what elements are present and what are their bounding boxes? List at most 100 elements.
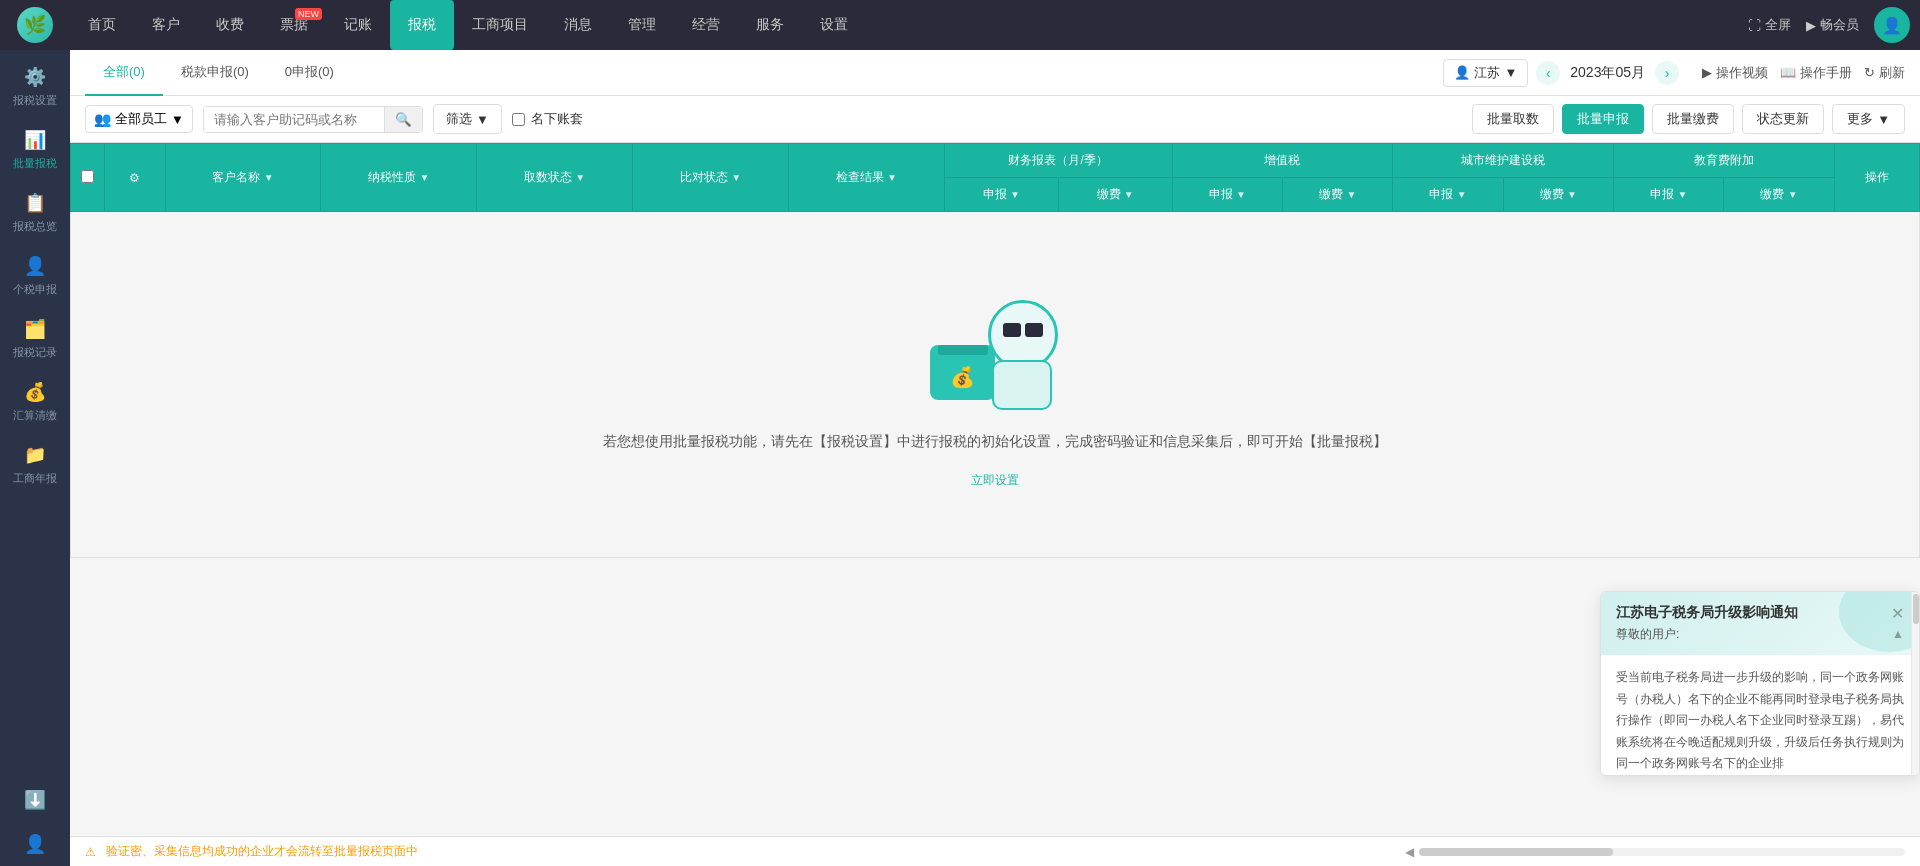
nav-service[interactable]: 服务 bbox=[738, 0, 802, 50]
month-nav: ‹ 2023年05月 › bbox=[1536, 61, 1679, 85]
setup-link[interactable]: 立即设置 bbox=[971, 472, 1019, 489]
fullscreen-btn[interactable]: ⛶ 全屏 bbox=[1748, 16, 1791, 34]
th-vat-declare: 申报 ▼ bbox=[1172, 178, 1282, 212]
customer-filter-icon[interactable]: ▼ bbox=[264, 172, 274, 183]
nav-right: ⛶ 全屏 ▶ 畅会员 👤 bbox=[1748, 7, 1910, 43]
user-icon: 👤 bbox=[23, 832, 47, 856]
th-education-extra: 教育费附加 bbox=[1614, 144, 1835, 178]
sidebar-item-tax-records[interactable]: 🗂️ 报税记录 bbox=[0, 307, 70, 370]
fullscreen-icon: ⛶ bbox=[1748, 18, 1761, 33]
scroll-left-icon[interactable]: ◀ bbox=[1405, 845, 1414, 859]
table-header: ⚙ 客户名称 ▼ 纳税性质 ▼ 取数状态 ▼ bbox=[71, 144, 1920, 212]
personal-tax-icon: 👤 bbox=[23, 254, 47, 278]
sidebar-item-user[interactable]: 👤 bbox=[18, 822, 52, 866]
nav-invoice[interactable]: 票据 NEW bbox=[262, 0, 326, 50]
more-chevron-icon: ▼ bbox=[1877, 112, 1890, 127]
download-icon: ⬇️ bbox=[23, 788, 47, 812]
refresh-btn[interactable]: ↻ 刷新 bbox=[1864, 64, 1905, 82]
operation-video-btn[interactable]: ▶ 操作视频 bbox=[1702, 64, 1768, 82]
select-all-checkbox[interactable] bbox=[81, 170, 94, 183]
batch-tax-icon: 📊 bbox=[23, 128, 47, 152]
sidebar-item-personal-tax[interactable]: 👤 个税申报 bbox=[0, 244, 70, 307]
sidebar-item-batch-tax[interactable]: 📊 批量报税 bbox=[0, 118, 70, 181]
notification-scrollbar[interactable] bbox=[1911, 592, 1919, 775]
annual-report-icon: 📁 bbox=[23, 443, 47, 467]
horizontal-scrollbar[interactable]: ◀ bbox=[1405, 845, 1905, 859]
sidebar-item-settlement[interactable]: 💰 汇算清缴 bbox=[0, 370, 70, 433]
th-check-result: 检查结果 ▼ bbox=[788, 144, 944, 212]
employee-select[interactable]: 👥 全部员工 ▼ bbox=[85, 105, 193, 133]
fetch-filter-icon[interactable]: ▼ bbox=[575, 172, 585, 183]
th-vat-pay: 缴费 ▼ bbox=[1282, 178, 1392, 212]
th-financial-declare: 申报 ▼ bbox=[944, 178, 1058, 212]
new-badge: NEW bbox=[295, 8, 322, 20]
nav-fee[interactable]: 收费 bbox=[198, 0, 262, 50]
notification-header: 江苏电子税务局升级影响通知 尊敬的用户: ✕ ▲ bbox=[1601, 592, 1919, 655]
operation-manual-btn[interactable]: 📖 操作手册 bbox=[1780, 64, 1852, 82]
th-fetch-status: 取数状态 ▼ bbox=[477, 144, 633, 212]
data-table: ⚙ 客户名称 ▼ 纳税性质 ▼ 取数状态 ▼ bbox=[70, 143, 1920, 558]
filter-chevron-icon: ▼ bbox=[476, 112, 489, 127]
content-wrapper: ⚙ 客户名称 ▼ 纳税性质 ▼ 取数状态 ▼ bbox=[70, 143, 1920, 836]
sidebar-item-tax-settings[interactable]: ⚙️ 报税设置 bbox=[0, 55, 70, 118]
th-edu-declare: 申报 ▼ bbox=[1614, 178, 1724, 212]
sub-accounts-checkbox-label[interactable]: 名下账套 bbox=[512, 110, 583, 128]
notification-body: 受当前电子税务局进一步升级的影响，同一个政务网账号（办税人）名下的企业不能再同时… bbox=[1601, 655, 1919, 775]
tab-all[interactable]: 全部(0) bbox=[85, 50, 163, 96]
manual-icon: 📖 bbox=[1780, 65, 1796, 80]
nav-operation[interactable]: 经营 bbox=[674, 0, 738, 50]
tab-tax-declare[interactable]: 税款申报(0) bbox=[163, 50, 267, 96]
th-financial-pay: 缴费 ▼ bbox=[1058, 178, 1172, 212]
robot-illustration: 💰 bbox=[925, 280, 1065, 410]
batch-pay-btn[interactable]: 批量缴费 bbox=[1652, 104, 1734, 134]
check-filter-icon[interactable]: ▼ bbox=[887, 172, 897, 183]
bottom-bar: ⚠ 验证密、采集信息均成功的企业才会流转至批量报税页面中 ◀ bbox=[70, 836, 1920, 866]
avatar[interactable]: 👤 bbox=[1874, 7, 1910, 43]
batch-fetch-btn[interactable]: 批量取数 bbox=[1472, 104, 1554, 134]
nav-settings[interactable]: 设置 bbox=[802, 0, 866, 50]
batch-declare-btn[interactable]: 批量申报 bbox=[1562, 104, 1644, 134]
nav-message[interactable]: 消息 bbox=[546, 0, 610, 50]
notification-popup: 江苏电子税务局升级影响通知 尊敬的用户: ✕ ▲ 受当前电子税务局进一步升级的影… bbox=[1600, 591, 1920, 776]
th-tax-nature: 纳税性质 ▼ bbox=[321, 144, 477, 212]
sub-accounts-checkbox[interactable] bbox=[512, 113, 525, 126]
sidebar-bottom: ⬇️ 👤 bbox=[18, 778, 52, 866]
month-prev-btn[interactable]: ‹ bbox=[1536, 61, 1560, 85]
sidebar-item-annual-report[interactable]: 📁 工商年报 bbox=[0, 433, 70, 496]
notification-scrollbar-thumb bbox=[1913, 594, 1919, 624]
tax-overview-icon: 📋 bbox=[23, 191, 47, 215]
member-btn[interactable]: ▶ 畅会员 bbox=[1806, 16, 1859, 34]
filter-btn[interactable]: 筛选 ▼ bbox=[433, 104, 502, 134]
region-icon: 👤 bbox=[1454, 65, 1470, 80]
employee-select-label: 全部员工 bbox=[115, 110, 167, 128]
month-next-btn[interactable]: › bbox=[1655, 61, 1679, 85]
refresh-icon: ↻ bbox=[1864, 65, 1875, 80]
nav-accounting[interactable]: 记账 bbox=[326, 0, 390, 50]
empty-state-cell: 💰 bbox=[71, 212, 1920, 558]
nav-tax[interactable]: 报税 bbox=[390, 0, 454, 50]
nav-customer[interactable]: 客户 bbox=[134, 0, 198, 50]
nav-business[interactable]: 工商项目 bbox=[454, 0, 546, 50]
settings-icon[interactable]: ⚙ bbox=[129, 171, 140, 185]
tabs-actions: ▶ 操作视频 📖 操作手册 ↻ 刷新 bbox=[1702, 64, 1905, 82]
search-input-wrapper: 🔍 bbox=[203, 106, 423, 133]
sidebar-item-download[interactable]: ⬇️ bbox=[18, 778, 52, 822]
nav-home[interactable]: 首页 bbox=[70, 0, 134, 50]
region-selector[interactable]: 👤 江苏 ▼ bbox=[1443, 59, 1528, 87]
search-input[interactable] bbox=[204, 107, 384, 132]
th-edu-pay: 缴费 ▼ bbox=[1724, 178, 1834, 212]
th-city-pay: 缴费 ▼ bbox=[1503, 178, 1613, 212]
layout: ⚙️ 报税设置 📊 批量报税 📋 报税总览 👤 个税申报 🗂️ 报税记录 💰 汇… bbox=[0, 50, 1920, 866]
empty-state: 💰 bbox=[81, 220, 1909, 549]
search-button[interactable]: 🔍 bbox=[384, 107, 422, 132]
nav-management[interactable]: 管理 bbox=[610, 0, 674, 50]
more-btn[interactable]: 更多 ▼ bbox=[1832, 104, 1905, 134]
status-update-btn[interactable]: 状态更新 bbox=[1742, 104, 1824, 134]
tab-zero-declare[interactable]: 0申报(0) bbox=[267, 50, 352, 96]
main-content: 全部(0) 税款申报(0) 0申报(0) 👤 江苏 ▼ ‹ 2023年05月 › bbox=[70, 50, 1920, 866]
toolbar-right: 批量取数 批量申报 批量缴费 状态更新 更多 ▼ bbox=[1472, 104, 1905, 134]
compare-filter-icon[interactable]: ▼ bbox=[731, 172, 741, 183]
tax-nature-filter-icon[interactable]: ▼ bbox=[420, 172, 430, 183]
sidebar-item-tax-overview[interactable]: 📋 报税总览 bbox=[0, 181, 70, 244]
chevron-down-icon: ▼ bbox=[1504, 65, 1517, 80]
